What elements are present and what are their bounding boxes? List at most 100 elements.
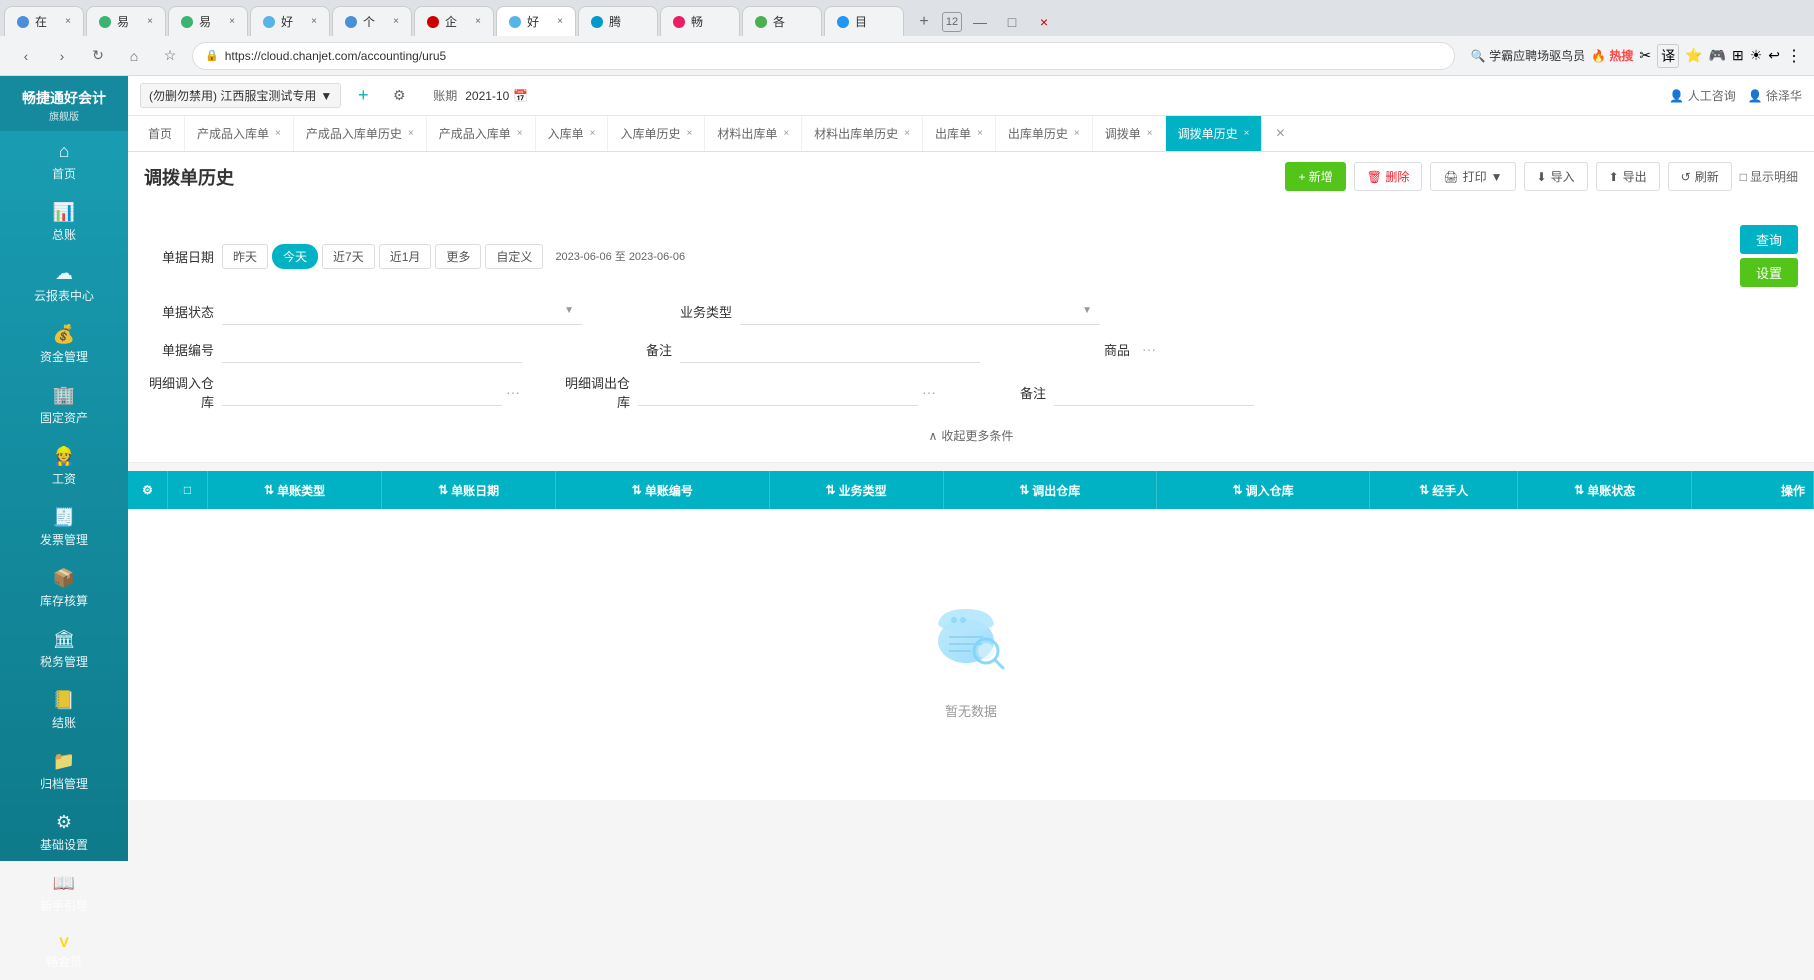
date-btn-today[interactable]: 今天 — [272, 244, 318, 269]
extra-remark-input[interactable] — [1054, 378, 1254, 406]
tab-product-inbound-history[interactable]: 产成品入库单历史 × — [294, 116, 427, 152]
address-bar[interactable]: 🔒 https://cloud.chanjet.com/accounting/u… — [192, 42, 1455, 70]
date-btn-custom[interactable]: 自定义 — [485, 244, 543, 269]
collapse-btn[interactable]: ∧ 收起更多条件 — [929, 421, 1014, 450]
close-all-tabs-btn[interactable]: × — [1266, 120, 1294, 148]
sidebar-item-home[interactable]: ⌂ 首页 — [0, 131, 128, 192]
close-tab-4[interactable]: × — [590, 128, 596, 139]
date-btn-7days[interactable]: 近7天 — [322, 244, 375, 269]
remark-input[interactable] — [680, 335, 980, 363]
minimize-btn[interactable]: — — [966, 8, 994, 36]
sidebar-item-close-account[interactable]: 📒 结账 — [0, 680, 128, 741]
date-btn-yesterday[interactable]: 昨天 — [222, 244, 268, 269]
reload-btn[interactable]: ↻ — [84, 42, 112, 70]
tab-inbound-history[interactable]: 入库单历史 × — [608, 116, 705, 152]
sidebar-item-funds[interactable]: 💰 资金管理 — [0, 314, 128, 375]
browser-tab-2[interactable]: 易 × — [86, 6, 166, 36]
sidebar-item-guide[interactable]: 📖 新手引导 — [0, 863, 128, 924]
browser-tab-10[interactable]: 目 — [824, 6, 904, 36]
close-tab-5[interactable]: × — [686, 128, 692, 139]
new-tab-btn[interactable]: + — [910, 8, 938, 36]
delete-btn[interactable]: 🗑 删除 — [1354, 162, 1423, 191]
back-btn[interactable]: ‹ — [12, 42, 40, 70]
th-settings[interactable]: ⚙ — [128, 471, 168, 509]
tab-transfer[interactable]: 调拨单 × — [1093, 116, 1166, 152]
sidebar-item-vip[interactable]: V 畅会员 — [0, 924, 128, 980]
tab-transfer-history[interactable]: 调拨单历史 × — [1166, 116, 1263, 152]
sidebar-item-cloud-report[interactable]: ☁ 云报表中心 — [0, 253, 128, 314]
browser-tab-4[interactable]: 好 × — [250, 6, 330, 36]
status-select[interactable]: ▼ — [222, 297, 582, 325]
sidebar-item-inventory[interactable]: 📦 库存核算 — [0, 558, 128, 619]
period-selector[interactable]: 2021-10 📅 — [465, 89, 528, 103]
detail-out-input[interactable] — [638, 378, 918, 406]
sidebar-item-salary[interactable]: 👷 工资 — [0, 436, 128, 497]
close-tab-7[interactable]: × — [904, 128, 910, 139]
th-num[interactable]: ⇅ 单账编号 — [556, 471, 769, 509]
close-tab-8[interactable]: × — [977, 128, 983, 139]
th-type[interactable]: ⇅ 单账类型 — [208, 471, 382, 509]
home-btn[interactable]: ⌂ — [120, 42, 148, 70]
browser-tab-active[interactable]: 好 × — [496, 6, 576, 36]
tab-product-inbound[interactable]: 产成品入库单 × — [185, 116, 294, 152]
add-company-btn[interactable]: + — [349, 82, 377, 110]
sidebar-item-assets[interactable]: 🏢 固定资产 — [0, 375, 128, 436]
maximize-btn[interactable]: □ — [998, 8, 1026, 36]
company-selector[interactable]: (勿删勿禁用) 江西服宝测试专用 ▼ — [140, 83, 341, 108]
tab-outbound-history[interactable]: 出库单历史 × — [996, 116, 1093, 152]
th-date[interactable]: ⇅ 单账日期 — [382, 471, 556, 509]
sidebar-item-invoice[interactable]: 🧾 发票管理 — [0, 497, 128, 558]
close-tab-9[interactable]: × — [1074, 128, 1080, 139]
import-btn[interactable]: ⬇ 导入 — [1524, 162, 1588, 191]
show-all-toggle[interactable]: □ 显示明细 — [1740, 168, 1798, 185]
tab-outbound[interactable]: 出库单 × — [923, 116, 996, 152]
date-btn-1month[interactable]: 近1月 — [379, 244, 432, 269]
close-tab-11[interactable]: × — [1244, 128, 1250, 139]
close-tab-1[interactable]: × — [275, 128, 281, 139]
tab-count-btn[interactable]: 12 — [942, 12, 962, 32]
biz-type-select[interactable]: ▼ — [740, 297, 1100, 325]
th-status[interactable]: ⇅ 单账状态 — [1518, 471, 1692, 509]
browser-tab-9[interactable]: 各 — [742, 6, 822, 36]
print-btn[interactable]: 🖨 打印 ▼ — [1430, 162, 1515, 191]
settings-btn[interactable]: 设置 — [1740, 258, 1798, 287]
th-out-wh[interactable]: ⇅ 调出仓库 — [944, 471, 1157, 509]
th-in-wh[interactable]: ⇅ 调入仓库 — [1157, 471, 1370, 509]
sidebar-item-archive[interactable]: 📁 归档管理 — [0, 741, 128, 802]
browser-tab-3[interactable]: 易 × — [168, 6, 248, 36]
browser-tab-5[interactable]: 个 × — [332, 6, 412, 36]
th-checkbox[interactable]: □ — [168, 471, 208, 509]
close-tab-2[interactable]: × — [408, 128, 414, 139]
browser-tab-6[interactable]: 企 × — [414, 6, 494, 36]
detail-in-input[interactable] — [222, 378, 502, 406]
tab-product-inbound-2[interactable]: 产成品入库单 × — [427, 116, 536, 152]
service-btn[interactable]: 👤 人工咨询 — [1669, 87, 1735, 104]
th-biz[interactable]: ⇅ 业务类型 — [770, 471, 944, 509]
voucher-num-input[interactable] — [222, 335, 522, 363]
goods-more-btn[interactable]: ··· — [1142, 341, 1156, 357]
user-avatar[interactable]: 👤 徐泽华 — [1748, 87, 1802, 104]
search-btn[interactable]: 查询 — [1740, 225, 1798, 254]
close-window-btn[interactable]: × — [1030, 8, 1058, 36]
close-tab-3[interactable]: × — [517, 128, 523, 139]
tab-inbound[interactable]: 入库单 × — [536, 116, 609, 152]
detail-in-more-btn[interactable]: ··· — [506, 384, 520, 400]
close-tab-6[interactable]: × — [783, 128, 789, 139]
browser-tab-1[interactable]: 在 × — [4, 6, 84, 36]
detail-out-more-btn[interactable]: ··· — [922, 384, 936, 400]
date-btn-more[interactable]: 更多 — [435, 244, 481, 269]
bookmark-btn[interactable]: ☆ — [156, 42, 184, 70]
refresh-btn[interactable]: ↺ 刷新 — [1668, 162, 1732, 191]
browser-tab-8[interactable]: 畅 — [660, 6, 740, 36]
th-handler[interactable]: ⇅ 经手人 — [1370, 471, 1518, 509]
export-btn[interactable]: ⬆ 导出 — [1596, 162, 1660, 191]
sidebar-item-ledger[interactable]: 📊 总账 — [0, 192, 128, 253]
tab-home[interactable]: 首页 — [136, 116, 185, 152]
sidebar-item-settings[interactable]: ⚙ 基础设置 — [0, 802, 128, 863]
sidebar-item-tax[interactable]: 🏛 税务管理 — [0, 619, 128, 680]
browser-tab-7[interactable]: 腾 — [578, 6, 658, 36]
close-tab-10[interactable]: × — [1147, 128, 1153, 139]
company-settings-btn[interactable]: ⚙ — [385, 82, 413, 110]
tab-material-outbound[interactable]: 材料出库单 × — [705, 116, 802, 152]
new-btn[interactable]: + 新增 — [1285, 162, 1345, 191]
